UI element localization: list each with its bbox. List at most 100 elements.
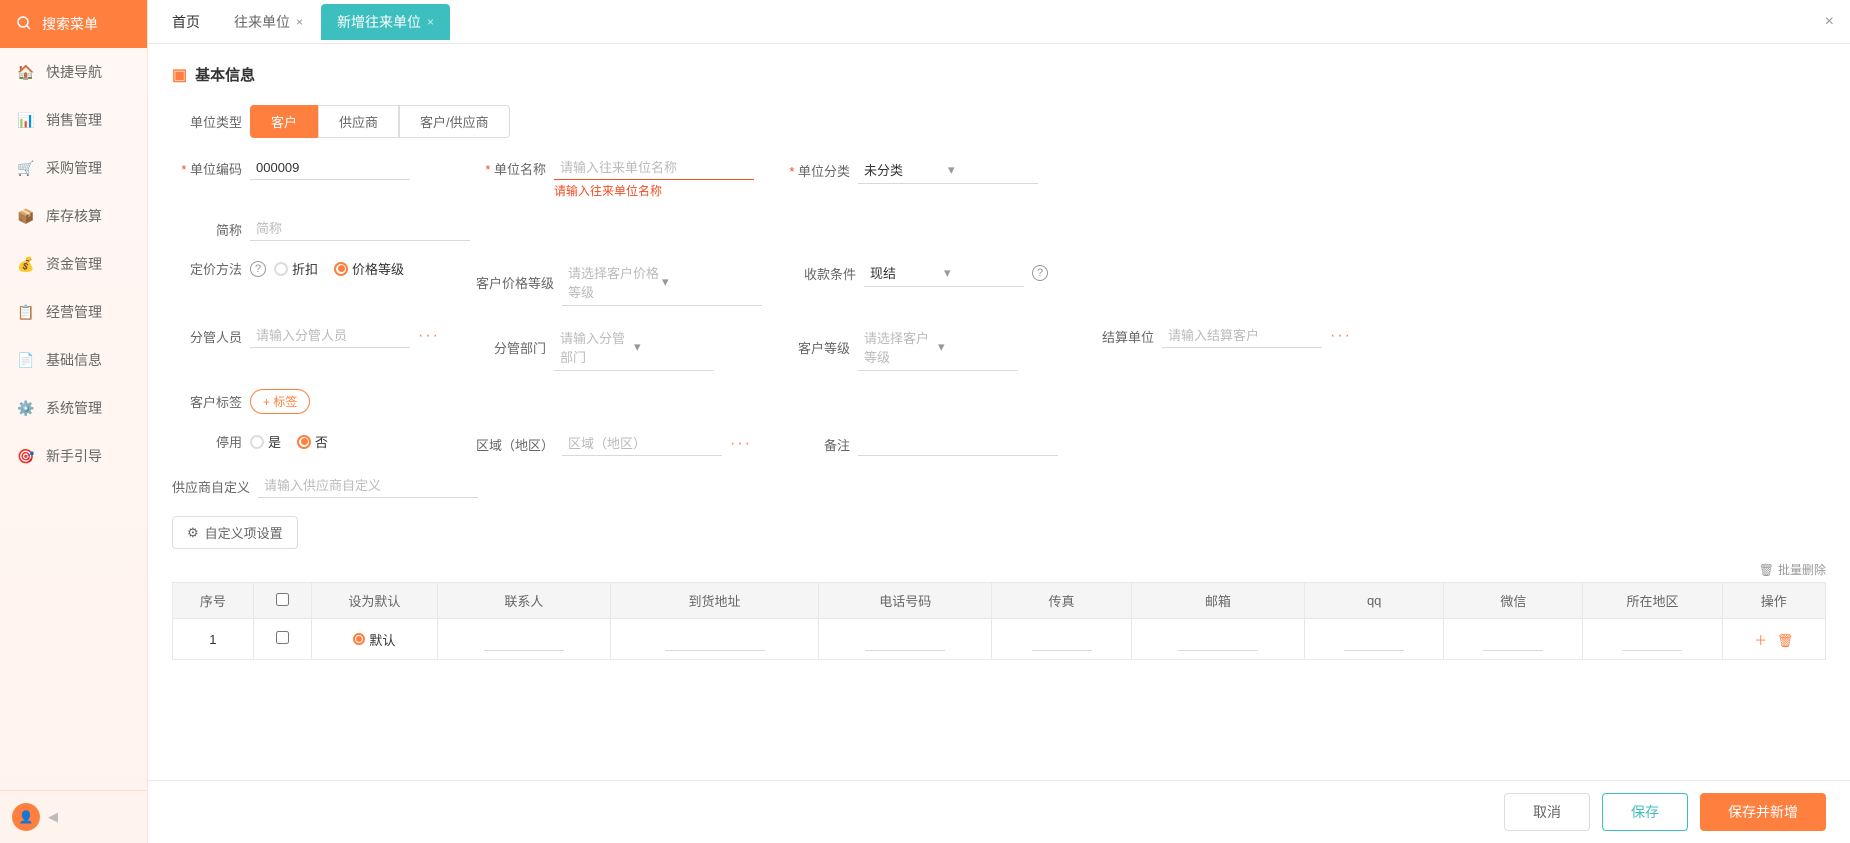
custom-settings-row: ⚙ 自定义项设置 — [172, 516, 1826, 549]
customer-price-level-label: 客户价格等级 — [476, 273, 554, 292]
payment-terms-select[interactable]: 现结 ▾ — [864, 259, 1024, 287]
wechat-input[interactable] — [1483, 627, 1543, 651]
unit-btn-supplier[interactable]: 供应商 — [318, 105, 399, 138]
contact-input[interactable] — [484, 627, 564, 651]
custom-settings-button[interactable]: ⚙ 自定义项设置 — [172, 516, 298, 549]
main-close-button[interactable]: × — [1817, 9, 1842, 35]
cell-qq[interactable] — [1305, 619, 1444, 660]
finance-icon: 💰 — [16, 254, 36, 274]
unit-btn-customer[interactable]: 客户 — [250, 105, 318, 138]
delete-row-button[interactable]: 🗑 — [1777, 633, 1794, 648]
col-checkbox — [253, 583, 311, 619]
sidebar-item-finance[interactable]: 💰 资金管理 — [0, 240, 147, 288]
pricing-radio-price-level[interactable]: 价格等级 — [334, 259, 404, 278]
select-all-checkbox[interactable] — [276, 593, 289, 606]
cell-checkbox[interactable] — [253, 619, 311, 660]
department-select[interactable]: 请输入分管部门 ▾ — [554, 324, 714, 371]
tab-new-partner-close[interactable]: × — [427, 15, 434, 29]
unit-category-select[interactable]: 未分类 ▾ — [858, 156, 1038, 184]
supplier-custom-input[interactable] — [258, 474, 478, 498]
region-input[interactable] — [562, 432, 722, 456]
pricing-help-icon[interactable]: ? — [250, 261, 266, 277]
table-header-row: 序号 设为默认 联系人 到货地址 电话号码 传真 邮箱 qq 微信 所在地区 — [173, 583, 1826, 619]
cell-address[interactable] — [611, 619, 819, 660]
unit-btn-both[interactable]: 客户/供应商 — [399, 105, 510, 138]
cell-wechat[interactable] — [1444, 619, 1583, 660]
short-name-input[interactable] — [250, 217, 470, 241]
supervisor-more-btn[interactable]: ··· — [418, 327, 440, 345]
address-input[interactable] — [665, 627, 765, 651]
unit-code-input[interactable] — [250, 156, 410, 180]
phone-input[interactable] — [865, 627, 945, 651]
supplier-custom-group: 供应商自定义 — [172, 474, 478, 498]
cell-fax[interactable] — [992, 619, 1131, 660]
sidebar-expand-icon[interactable]: ◀ — [48, 809, 58, 825]
supervisor-input[interactable] — [250, 324, 410, 348]
chevron-down-icon: ▾ — [938, 339, 1012, 355]
sidebar-item-quick-nav[interactable]: 🏠 快捷导航 — [0, 48, 147, 96]
tab-trading-partners[interactable]: 往来单位 × — [218, 4, 319, 40]
region-more-btn[interactable]: ··· — [730, 435, 752, 453]
add-tag-button[interactable]: + 标签 — [250, 389, 310, 414]
short-name-group: 简称 — [172, 217, 470, 241]
tab-home[interactable]: 首页 — [156, 4, 216, 40]
contact-table: 序号 设为默认 联系人 到货地址 电话号码 传真 邮箱 qq 微信 所在地区 — [172, 582, 1826, 660]
sidebar-search[interactable]: 搜索菜单 — [0, 0, 147, 48]
unit-name-group: 单位名称 请输入往来单位名称 — [476, 156, 756, 199]
basic-info-icon: 📄 — [16, 350, 36, 370]
sales-icon: 📊 — [16, 110, 36, 130]
department-label: 分管部门 — [476, 338, 546, 357]
cell-region[interactable] — [1583, 619, 1722, 660]
sidebar-item-sales[interactable]: 📊 销售管理 — [0, 96, 147, 144]
save-new-button[interactable]: 保存并新增 — [1700, 793, 1826, 831]
sidebar-item-purchase[interactable]: 🛒 采购管理 — [0, 144, 147, 192]
pricing-row: 定价方法 ? 折扣 价格等级 客户价格等级 — [172, 259, 1826, 306]
chevron-down-icon: ▾ — [948, 162, 1032, 178]
cell-email[interactable] — [1131, 619, 1305, 660]
save-button[interactable]: 保存 — [1602, 793, 1688, 831]
sidebar-item-operations[interactable]: 📋 经营管理 — [0, 288, 147, 336]
cell-phone[interactable] — [818, 619, 992, 660]
radio-circle-yes — [250, 435, 264, 449]
disabled-group: 停用 是 否 — [172, 432, 452, 451]
email-input[interactable] — [1178, 627, 1258, 651]
region-row-input[interactable] — [1622, 627, 1682, 651]
batch-delete-button[interactable]: 🗑 批量删除 — [1759, 561, 1826, 578]
tab-trading-partners-close[interactable]: × — [296, 15, 303, 29]
qq-input[interactable] — [1344, 627, 1404, 651]
disabled-radio-no[interactable]: 否 — [297, 432, 328, 451]
remark-input[interactable] — [858, 432, 1058, 456]
settlement-unit-input[interactable] — [1162, 324, 1322, 348]
sidebar-item-basic-info[interactable]: 📄 基础信息 — [0, 336, 147, 384]
col-contact: 联系人 — [437, 583, 611, 619]
sidebar-item-newbie[interactable]: 🎯 新手引导 — [0, 432, 147, 480]
add-row-button[interactable]: ＋ — [1754, 633, 1767, 648]
customer-level-select[interactable]: 请选择客户等级 ▾ — [858, 324, 1018, 371]
disabled-radio-yes[interactable]: 是 — [250, 432, 281, 451]
table-section: 🗑 批量删除 序号 设为默认 联系人 到货地址 电话号码 传真 — [172, 561, 1826, 660]
customer-tag-row: 客户标签 + 标签 — [172, 389, 1826, 414]
cell-contact[interactable] — [437, 619, 611, 660]
cancel-button[interactable]: 取消 — [1504, 793, 1590, 831]
payment-help-icon[interactable]: ? — [1032, 265, 1048, 281]
settlement-more-btn[interactable]: ··· — [1330, 327, 1352, 345]
sidebar-item-inventory[interactable]: 📦 库存核算 — [0, 192, 147, 240]
col-fax: 传真 — [992, 583, 1131, 619]
section-icon: ▣ — [172, 65, 187, 85]
pricing-radio-discount[interactable]: 折扣 — [274, 259, 318, 278]
fax-input[interactable] — [1032, 627, 1092, 651]
sidebar-item-label: 资金管理 — [46, 254, 102, 274]
disabled-label: 停用 — [172, 432, 242, 451]
customer-price-level-select[interactable]: 请选择客户价格等级 ▾ — [562, 259, 762, 306]
chevron-down-icon: ▾ — [944, 265, 1018, 281]
remark-label: 备注 — [780, 435, 850, 454]
unit-name-input[interactable] — [554, 156, 754, 180]
col-default: 设为默认 — [312, 583, 437, 619]
col-operation: 操作 — [1722, 583, 1825, 619]
short-name-row: 简称 — [172, 217, 1826, 241]
tab-new-partner[interactable]: 新增往来单位 × — [321, 4, 450, 40]
home-icon: 🏠 — [16, 62, 36, 82]
unit-name-error: 请输入往来单位名称 — [554, 184, 662, 198]
row-checkbox[interactable] — [276, 631, 289, 644]
sidebar-item-system[interactable]: ⚙️ 系统管理 — [0, 384, 147, 432]
